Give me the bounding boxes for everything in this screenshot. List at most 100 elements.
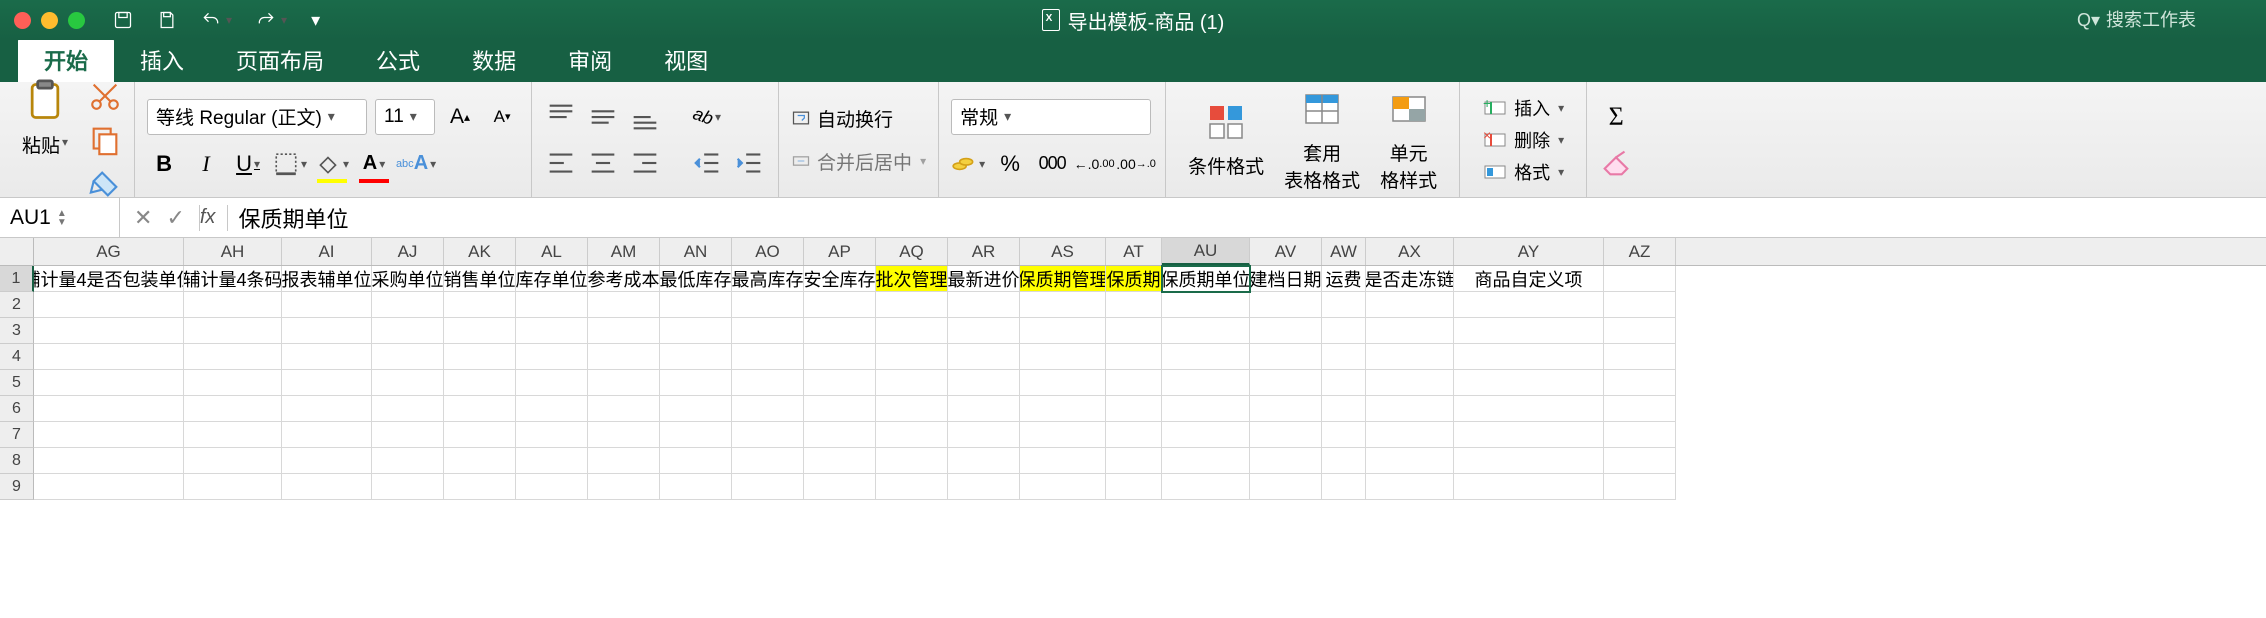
cell-AP3[interactable] (804, 318, 876, 344)
decrease-font-button[interactable]: A▾ (485, 100, 519, 134)
cell-AM1[interactable]: 参考成本 (588, 266, 660, 292)
cell-AU8[interactable] (1162, 448, 1250, 474)
align-left-button[interactable] (544, 146, 578, 180)
cell-AQ2[interactable] (876, 292, 948, 318)
cell-AX3[interactable] (1366, 318, 1454, 344)
cell-AR7[interactable] (948, 422, 1020, 448)
cell-AS2[interactable] (1020, 292, 1106, 318)
qat-customize-button[interactable]: ▾ (311, 10, 320, 31)
paste-button[interactable]: 粘贴▾ (12, 79, 78, 201)
cell-AG2[interactable] (34, 292, 184, 318)
cell-AU3[interactable] (1162, 318, 1250, 344)
name-box[interactable]: AU1 ▲▼ (0, 198, 120, 238)
cell-AY4[interactable] (1454, 344, 1604, 370)
cell-AK1[interactable]: 销售单位 (444, 266, 516, 292)
cell-AZ6[interactable] (1604, 396, 1676, 422)
cell-AW7[interactable] (1322, 422, 1366, 448)
comma-button[interactable]: 000 (1035, 147, 1069, 181)
cell-AH4[interactable] (184, 344, 282, 370)
cut-button[interactable] (88, 79, 122, 113)
cell-AU4[interactable] (1162, 344, 1250, 370)
undo-button[interactable]: ▾ (201, 10, 232, 30)
col-header-AW[interactable]: AW (1322, 238, 1366, 265)
italic-button[interactable]: I (189, 147, 223, 181)
cell-AU7[interactable] (1162, 422, 1250, 448)
cell-AV1[interactable]: 建档日期 (1250, 266, 1322, 292)
underline-button[interactable]: U▾ (231, 147, 265, 181)
cell-AW1[interactable]: 运费 (1322, 266, 1366, 292)
cell-AZ8[interactable] (1604, 448, 1676, 474)
row-header-4[interactable]: 4 (0, 344, 34, 370)
cell-AL5[interactable] (516, 370, 588, 396)
row-header-2[interactable]: 2 (0, 292, 34, 318)
format-painter-button[interactable] (88, 167, 122, 201)
cell-AQ8[interactable] (876, 448, 948, 474)
format-table-button[interactable]: 套用 表格格式 (1274, 87, 1370, 193)
insert-cells-button[interactable]: +插入▾ (1482, 95, 1564, 121)
cell-AZ7[interactable] (1604, 422, 1676, 448)
cell-AL4[interactable] (516, 344, 588, 370)
cell-AX6[interactable] (1366, 396, 1454, 422)
tab-视图[interactable]: 视图 (638, 38, 734, 82)
cell-AT8[interactable] (1106, 448, 1162, 474)
cell-AX8[interactable] (1366, 448, 1454, 474)
col-header-AI[interactable]: AI (282, 238, 372, 265)
close-window-button[interactable] (14, 12, 31, 29)
cell-AV7[interactable] (1250, 422, 1322, 448)
accept-formula-button[interactable]: ✓ (166, 205, 184, 231)
cell-AO4[interactable] (732, 344, 804, 370)
cell-AM4[interactable] (588, 344, 660, 370)
cell-AW2[interactable] (1322, 292, 1366, 318)
cell-AS9[interactable] (1020, 474, 1106, 500)
cell-AP6[interactable] (804, 396, 876, 422)
col-header-AX[interactable]: AX (1366, 238, 1454, 265)
cell-AS5[interactable] (1020, 370, 1106, 396)
font-size-select[interactable]: 11 (375, 99, 435, 135)
cell-AK4[interactable] (444, 344, 516, 370)
cell-AV3[interactable] (1250, 318, 1322, 344)
cell-AU2[interactable] (1162, 292, 1250, 318)
col-header-AQ[interactable]: AQ (876, 238, 948, 265)
cell-AM8[interactable] (588, 448, 660, 474)
cell-AR1[interactable]: 最新进价 (948, 266, 1020, 292)
col-header-AV[interactable]: AV (1250, 238, 1322, 265)
cell-AI9[interactable] (282, 474, 372, 500)
cell-AV4[interactable] (1250, 344, 1322, 370)
cell-AG1[interactable]: 辅计量4是否包装单位 (34, 266, 184, 292)
cell-AS1[interactable]: 保质期管理 (1020, 266, 1106, 292)
cell-AR6[interactable] (948, 396, 1020, 422)
cell-AN8[interactable] (660, 448, 732, 474)
cell-AP9[interactable] (804, 474, 876, 500)
col-header-AJ[interactable]: AJ (372, 238, 444, 265)
redo-button[interactable]: ▾ (256, 10, 287, 30)
cell-AK7[interactable] (444, 422, 516, 448)
borders-button[interactable]: ▾ (273, 147, 307, 181)
cell-AP4[interactable] (804, 344, 876, 370)
col-header-AT[interactable]: AT (1106, 238, 1162, 265)
cell-AH1[interactable]: 辅计量4条码 (184, 266, 282, 292)
cell-AW4[interactable] (1322, 344, 1366, 370)
cell-AJ3[interactable] (372, 318, 444, 344)
col-header-AH[interactable]: AH (184, 238, 282, 265)
cell-AJ2[interactable] (372, 292, 444, 318)
increase-font-button[interactable]: A▴ (443, 100, 477, 134)
percent-button[interactable]: % (993, 147, 1027, 181)
cell-AJ9[interactable] (372, 474, 444, 500)
cell-AP7[interactable] (804, 422, 876, 448)
row-header-5[interactable]: 5 (0, 370, 34, 396)
cell-AV9[interactable] (1250, 474, 1322, 500)
format-cells-button[interactable]: 格式▾ (1482, 159, 1564, 185)
cell-AL8[interactable] (516, 448, 588, 474)
cell-AM2[interactable] (588, 292, 660, 318)
wrap-text-button[interactable]: 自动换行 (791, 105, 926, 132)
cell-AY3[interactable] (1454, 318, 1604, 344)
cell-AY6[interactable] (1454, 396, 1604, 422)
decrease-decimal-button[interactable]: .00→.0 (1119, 147, 1153, 181)
tab-数据[interactable]: 数据 (446, 38, 542, 82)
cell-AQ1[interactable]: 批次管理 (876, 266, 948, 292)
cell-AO6[interactable] (732, 396, 804, 422)
cell-AY9[interactable] (1454, 474, 1604, 500)
cell-AL3[interactable] (516, 318, 588, 344)
row-header-9[interactable]: 9 (0, 474, 34, 500)
cell-AI1[interactable]: 报表辅单位 (282, 266, 372, 292)
